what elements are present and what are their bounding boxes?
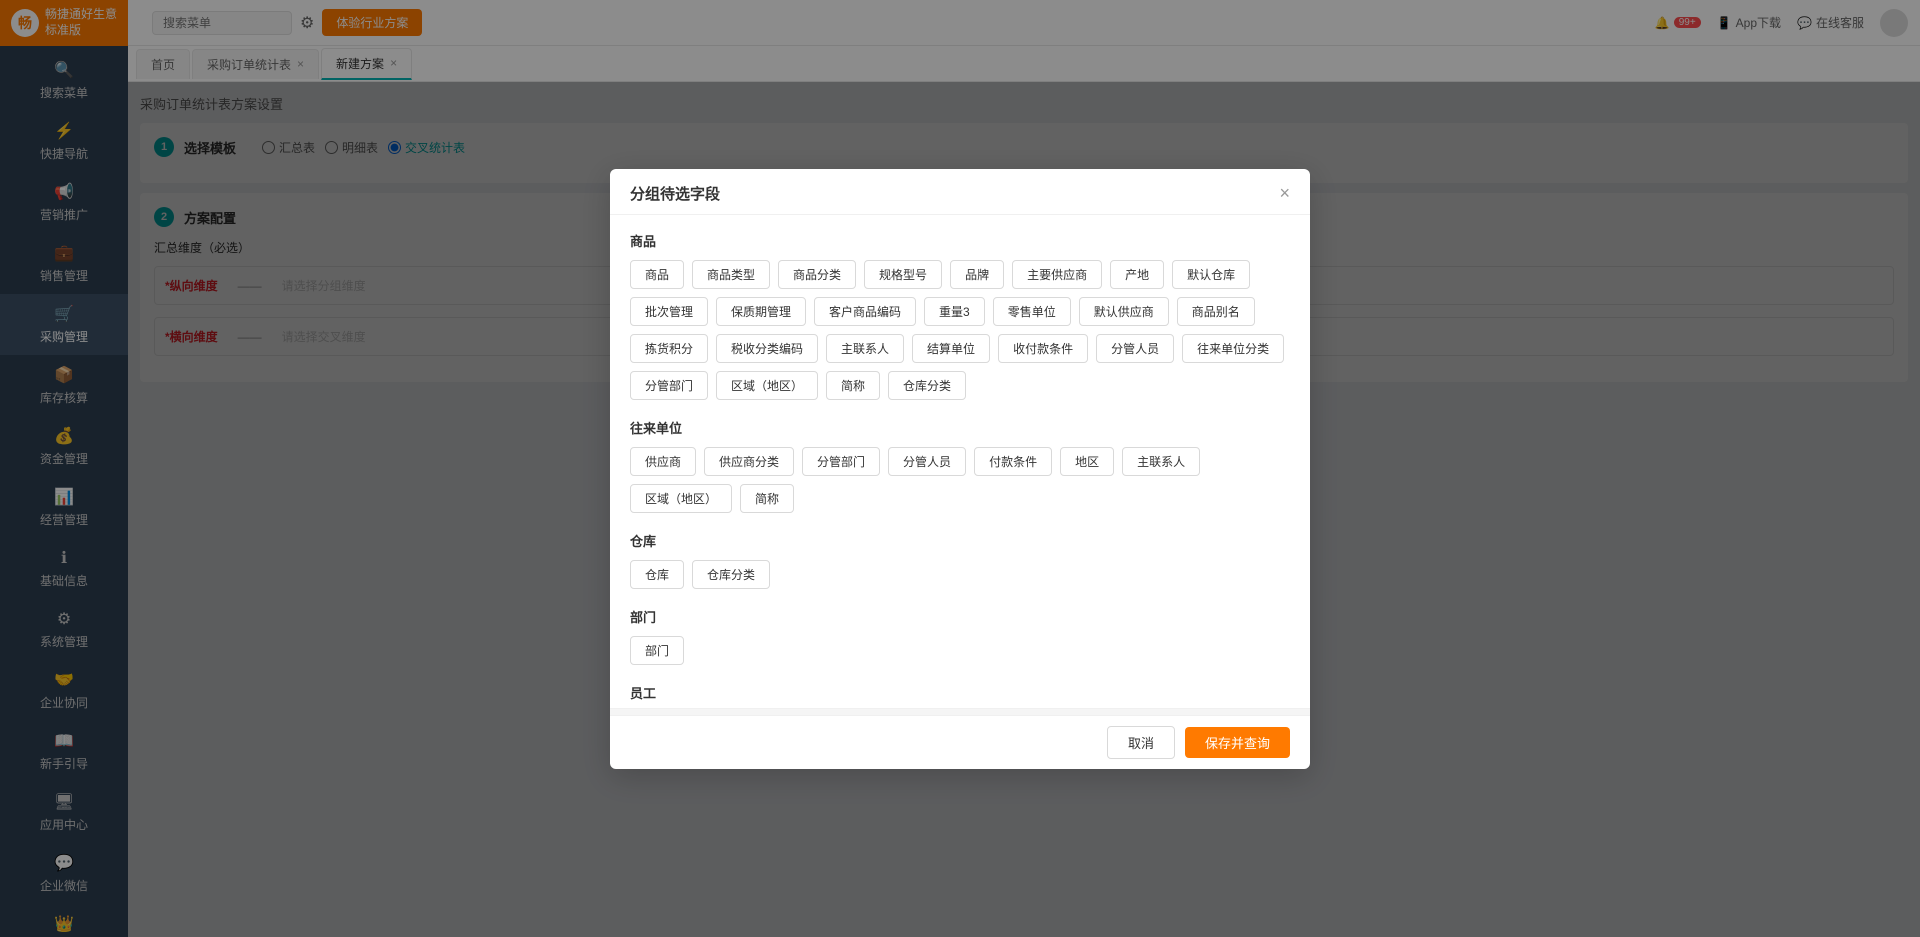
field-group-employee: 员工 业务员 — [630, 683, 1290, 709]
field-tag[interactable]: 结算单位 — [912, 334, 990, 363]
field-tags-product: 商品 商品类型 商品分类 规格型号 品牌 主要供应商 产地 默认仓库 批次管理 … — [630, 260, 1290, 400]
modal-body: 商品 商品 商品类型 商品分类 规格型号 品牌 主要供应商 产地 默认仓库 批次… — [610, 215, 1310, 709]
field-tag[interactable]: 简称 — [826, 371, 880, 400]
field-tag[interactable]: 往来单位分类 — [1182, 334, 1284, 363]
field-tag[interactable]: 分管人员 — [888, 447, 966, 476]
field-tag[interactable]: 仓库分类 — [692, 560, 770, 589]
field-tag[interactable]: 产地 — [1110, 260, 1164, 289]
cancel-button[interactable]: 取消 — [1107, 726, 1175, 759]
field-tag[interactable]: 零售单位 — [993, 297, 1071, 326]
field-tag[interactable]: 品牌 — [950, 260, 1004, 289]
field-tags-partner: 供应商 供应商分类 分管部门 分管人员 付款条件 地区 主联系人 区域（地区） … — [630, 447, 1290, 513]
field-tag[interactable]: 部门 — [630, 636, 684, 665]
field-tag[interactable]: 主要供应商 — [1012, 260, 1102, 289]
modal-overlay: 分组待选字段 × 商品 商品 商品类型 商品分类 规格型号 品牌 主要供应商 产… — [0, 0, 1920, 937]
field-tag[interactable]: 供应商分类 — [704, 447, 794, 476]
field-tag[interactable]: 规格型号 — [864, 260, 942, 289]
field-tag[interactable]: 税收分类编码 — [716, 334, 818, 363]
confirm-button[interactable]: 保存并查询 — [1185, 727, 1290, 758]
field-group-product: 商品 商品 商品类型 商品分类 规格型号 品牌 主要供应商 产地 默认仓库 批次… — [630, 231, 1290, 400]
field-group-warehouse-title: 仓库 — [630, 531, 1290, 550]
field-tag[interactable]: 商品别名 — [1177, 297, 1255, 326]
modal: 分组待选字段 × 商品 商品 商品类型 商品分类 规格型号 品牌 主要供应商 产… — [610, 169, 1310, 769]
field-tag[interactable]: 拣货积分 — [630, 334, 708, 363]
field-tag[interactable]: 商品 — [630, 260, 684, 289]
field-tag[interactable]: 简称 — [740, 484, 794, 513]
field-tag[interactable]: 重量3 — [924, 297, 985, 326]
field-group-partner: 往来单位 供应商 供应商分类 分管部门 分管人员 付款条件 地区 主联系人 区域… — [630, 418, 1290, 513]
field-tag[interactable]: 默认供应商 — [1079, 297, 1169, 326]
field-tags-department: 部门 — [630, 636, 1290, 665]
field-tag[interactable]: 区域（地区） — [630, 484, 732, 513]
field-tag[interactable]: 供应商 — [630, 447, 696, 476]
field-tag[interactable]: 商品分类 — [778, 260, 856, 289]
field-tag[interactable]: 客户商品编码 — [814, 297, 916, 326]
field-tag[interactable]: 默认仓库 — [1172, 260, 1250, 289]
modal-close-button[interactable]: × — [1279, 184, 1290, 202]
field-tag[interactable]: 商品类型 — [692, 260, 770, 289]
field-group-employee-title: 员工 — [630, 683, 1290, 702]
field-tags-warehouse: 仓库 仓库分类 — [630, 560, 1290, 589]
field-tag[interactable]: 仓库分类 — [888, 371, 966, 400]
field-tag[interactable]: 收付款条件 — [998, 334, 1088, 363]
field-tag[interactable]: 分管人员 — [1096, 334, 1174, 363]
modal-header: 分组待选字段 × — [610, 169, 1310, 215]
field-group-product-title: 商品 — [630, 231, 1290, 250]
field-tag[interactable]: 主联系人 — [1122, 447, 1200, 476]
field-tag[interactable]: 批次管理 — [630, 297, 708, 326]
modal-title: 分组待选字段 — [630, 183, 720, 204]
field-tag[interactable]: 主联系人 — [826, 334, 904, 363]
field-group-partner-title: 往来单位 — [630, 418, 1290, 437]
field-tag[interactable]: 付款条件 — [974, 447, 1052, 476]
field-tag[interactable]: 分管部门 — [630, 371, 708, 400]
field-tag[interactable]: 地区 — [1060, 447, 1114, 476]
field-group-department: 部门 部门 — [630, 607, 1290, 665]
field-tag[interactable]: 区域（地区） — [716, 371, 818, 400]
modal-footer: 取消 保存并查询 — [610, 715, 1310, 769]
field-group-department-title: 部门 — [630, 607, 1290, 626]
field-tag[interactable]: 保质期管理 — [716, 297, 806, 326]
field-tag[interactable]: 仓库 — [630, 560, 684, 589]
field-group-warehouse: 仓库 仓库 仓库分类 — [630, 531, 1290, 589]
field-tag[interactable]: 分管部门 — [802, 447, 880, 476]
